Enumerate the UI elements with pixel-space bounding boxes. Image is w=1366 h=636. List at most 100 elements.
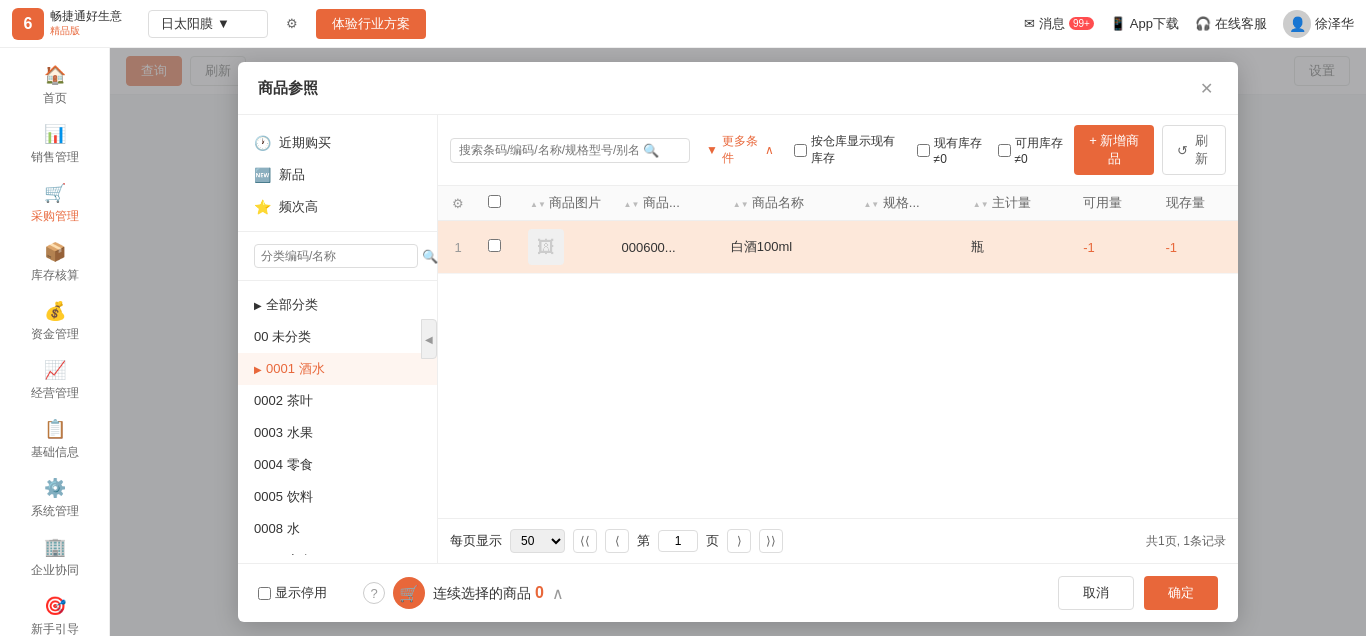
- product-search-input[interactable]: [459, 143, 639, 157]
- new-products-item[interactable]: 🆕 新品: [238, 159, 437, 191]
- filter-button[interactable]: ▼ 更多条件 ∧: [698, 129, 782, 171]
- checkbox-stock-not-zero-input[interactable]: [917, 144, 930, 157]
- category-0002[interactable]: 0002 茶叶: [238, 385, 437, 417]
- next-page-button[interactable]: ⟩: [727, 529, 751, 553]
- category-0004[interactable]: 0004 零食: [238, 449, 437, 481]
- sidebar-label-enterprise: 企业协同: [31, 562, 79, 579]
- category-arrow-0001: ▶: [254, 364, 262, 375]
- sidebar-label-guide: 新手引导: [31, 621, 79, 636]
- category-search-icon[interactable]: 🔍: [422, 249, 438, 264]
- th-code[interactable]: ▲▼ 商品...: [611, 186, 720, 221]
- display-disabled-label: 显示停用: [275, 584, 327, 602]
- category-all[interactable]: ▶ 全部分类: [238, 289, 437, 321]
- app-download-button[interactable]: 📱 App下载: [1110, 15, 1179, 33]
- search-icon[interactable]: 🔍: [643, 143, 659, 158]
- sidebar-item-guide[interactable]: 🎯 新手引导: [0, 587, 109, 636]
- add-product-button[interactable]: + 新增商品: [1074, 125, 1154, 175]
- sidebar-label-purchase: 采购管理: [31, 208, 79, 225]
- checkbox-stock-not-zero-label: 现有库存≠0: [934, 135, 986, 166]
- refresh-button[interactable]: ↺ 刷新: [1162, 125, 1226, 175]
- category-label-0001: 0001 酒水: [266, 360, 325, 378]
- sidebar-item-finance[interactable]: 💰 资金管理: [0, 292, 109, 351]
- online-service-button[interactable]: 🎧 在线客服: [1195, 15, 1267, 33]
- th-checkbox: [478, 186, 518, 221]
- cart-button[interactable]: 🛒: [393, 577, 425, 609]
- row-checkbox-input[interactable]: [488, 239, 501, 252]
- sidebar-item-system[interactable]: ⚙️ 系统管理: [0, 469, 109, 528]
- last-page-button[interactable]: ⟩⟩: [759, 529, 783, 553]
- sidebar-label-inventory: 库存核算: [31, 267, 79, 284]
- sidebar-item-basic[interactable]: 📋 基础信息: [0, 410, 109, 469]
- th-name[interactable]: ▲▼ 商品名称: [721, 186, 852, 221]
- sidebar-item-enterprise[interactable]: 🏢 企业协同: [0, 528, 109, 587]
- th-stock[interactable]: 现存量: [1156, 186, 1238, 221]
- checkbox-warehouse-stock[interactable]: 按仓库显示现有库存: [794, 133, 904, 167]
- category-label-0002: 0002 茶叶: [254, 392, 313, 410]
- select-all-checkbox[interactable]: [488, 195, 501, 208]
- display-disabled-checkbox[interactable]: 显示停用: [258, 584, 327, 602]
- modal-close-button[interactable]: ✕: [1194, 76, 1218, 100]
- sidebar-label-basic: 基础信息: [31, 444, 79, 461]
- refresh-icon: ↺: [1177, 143, 1188, 158]
- category-0001[interactable]: ▶ 0001 酒水: [238, 353, 437, 385]
- sidebar-item-operation[interactable]: 📈 经营管理: [0, 351, 109, 410]
- modal-right-panel: 🔍 ▼ 更多条件 ∧ 按仓库显示现有库存: [438, 115, 1238, 563]
- sidebar-item-sales[interactable]: 📊 销售管理: [0, 115, 109, 174]
- th-image: ▲▼ 商品图片: [518, 186, 611, 221]
- sidebar-item-home[interactable]: 🏠 首页: [0, 56, 109, 115]
- sidebar-label-finance: 资金管理: [31, 326, 79, 343]
- th-spec[interactable]: ▲▼ 规格...: [851, 186, 960, 221]
- cancel-button[interactable]: 取消: [1058, 576, 1134, 610]
- guide-icon: 🎯: [44, 595, 66, 617]
- prev-page-button[interactable]: ⟨: [605, 529, 629, 553]
- trial-button[interactable]: 体验行业方案: [316, 9, 426, 39]
- category-00[interactable]: 00 未分类: [238, 321, 437, 353]
- recent-purchases-item[interactable]: 🕐 近期购买: [238, 127, 437, 159]
- checkbox-available-not-zero-input[interactable]: [998, 144, 1011, 157]
- sidebar-item-purchase[interactable]: 🛒 采购管理: [0, 174, 109, 233]
- settings-icon[interactable]: ⚙: [276, 8, 308, 40]
- operation-icon: 📈: [44, 359, 66, 381]
- logo-area: 6 畅捷通好生意 精品版: [12, 8, 132, 40]
- sort-arrows-spec: ▲▼: [863, 200, 879, 209]
- frequent-icon: ⭐: [254, 199, 271, 215]
- checkbox-available-not-zero[interactable]: 可用库存≠0: [998, 135, 1067, 166]
- sidebar-item-inventory[interactable]: 📦 库存核算: [0, 233, 109, 292]
- help-icon[interactable]: ?: [363, 582, 385, 604]
- category-0003[interactable]: 0003 水果: [238, 417, 437, 449]
- recent-label: 近期购买: [279, 134, 331, 152]
- frequent-item[interactable]: ⭐ 频次高: [238, 191, 437, 223]
- category-0005[interactable]: 0005 饮料: [238, 481, 437, 513]
- left-panel-collapse-button[interactable]: ◀: [421, 319, 437, 359]
- sidebar-label-sales: 销售管理: [31, 149, 79, 166]
- checkbox-warehouse-stock-input[interactable]: [794, 144, 807, 157]
- category-0008[interactable]: 0008 水: [238, 513, 437, 545]
- category-0010[interactable]: 0010 家电: [238, 545, 437, 555]
- th-unit[interactable]: ▲▼ 主计量: [961, 186, 1073, 221]
- user-profile[interactable]: 👤 徐泽华: [1283, 10, 1354, 38]
- category-search-input[interactable]: [254, 244, 418, 268]
- table-row[interactable]: 1 🖼 000600... 白酒100ml: [438, 221, 1238, 274]
- page-size-select[interactable]: 50 100: [510, 529, 565, 553]
- messages-button[interactable]: ✉ 消息 99+: [1024, 15, 1094, 33]
- sidebar-label-system: 系统管理: [31, 503, 79, 520]
- selected-label: 连续选择的商品: [433, 585, 531, 601]
- confirm-button[interactable]: 确定: [1144, 576, 1218, 610]
- row-num: 1: [438, 221, 478, 274]
- enterprise-icon: 🏢: [44, 536, 66, 558]
- row-checkbox[interactable]: [478, 221, 518, 274]
- modal-title: 商品参照: [258, 79, 318, 98]
- display-disabled-input[interactable]: [258, 587, 271, 600]
- checkbox-stock-not-zero[interactable]: 现有库存≠0: [917, 135, 986, 166]
- modal-body: 🕐 近期购买 🆕 新品 ⭐ 频次高: [238, 115, 1238, 563]
- first-page-button[interactable]: ⟨⟨: [573, 529, 597, 553]
- quick-access-section: 🕐 近期购买 🆕 新品 ⭐ 频次高: [238, 123, 437, 227]
- category-divider-2: [238, 280, 437, 281]
- store-selector[interactable]: 日太阳膜 ▼: [148, 10, 268, 38]
- page-number-input[interactable]: [658, 530, 698, 552]
- footer-collapse-icon[interactable]: ∧: [552, 584, 564, 603]
- column-settings-icon[interactable]: ⚙: [452, 196, 464, 211]
- finance-icon: 💰: [44, 300, 66, 322]
- th-available[interactable]: 可用量: [1073, 186, 1155, 221]
- sidebar-label-home: 首页: [43, 90, 67, 107]
